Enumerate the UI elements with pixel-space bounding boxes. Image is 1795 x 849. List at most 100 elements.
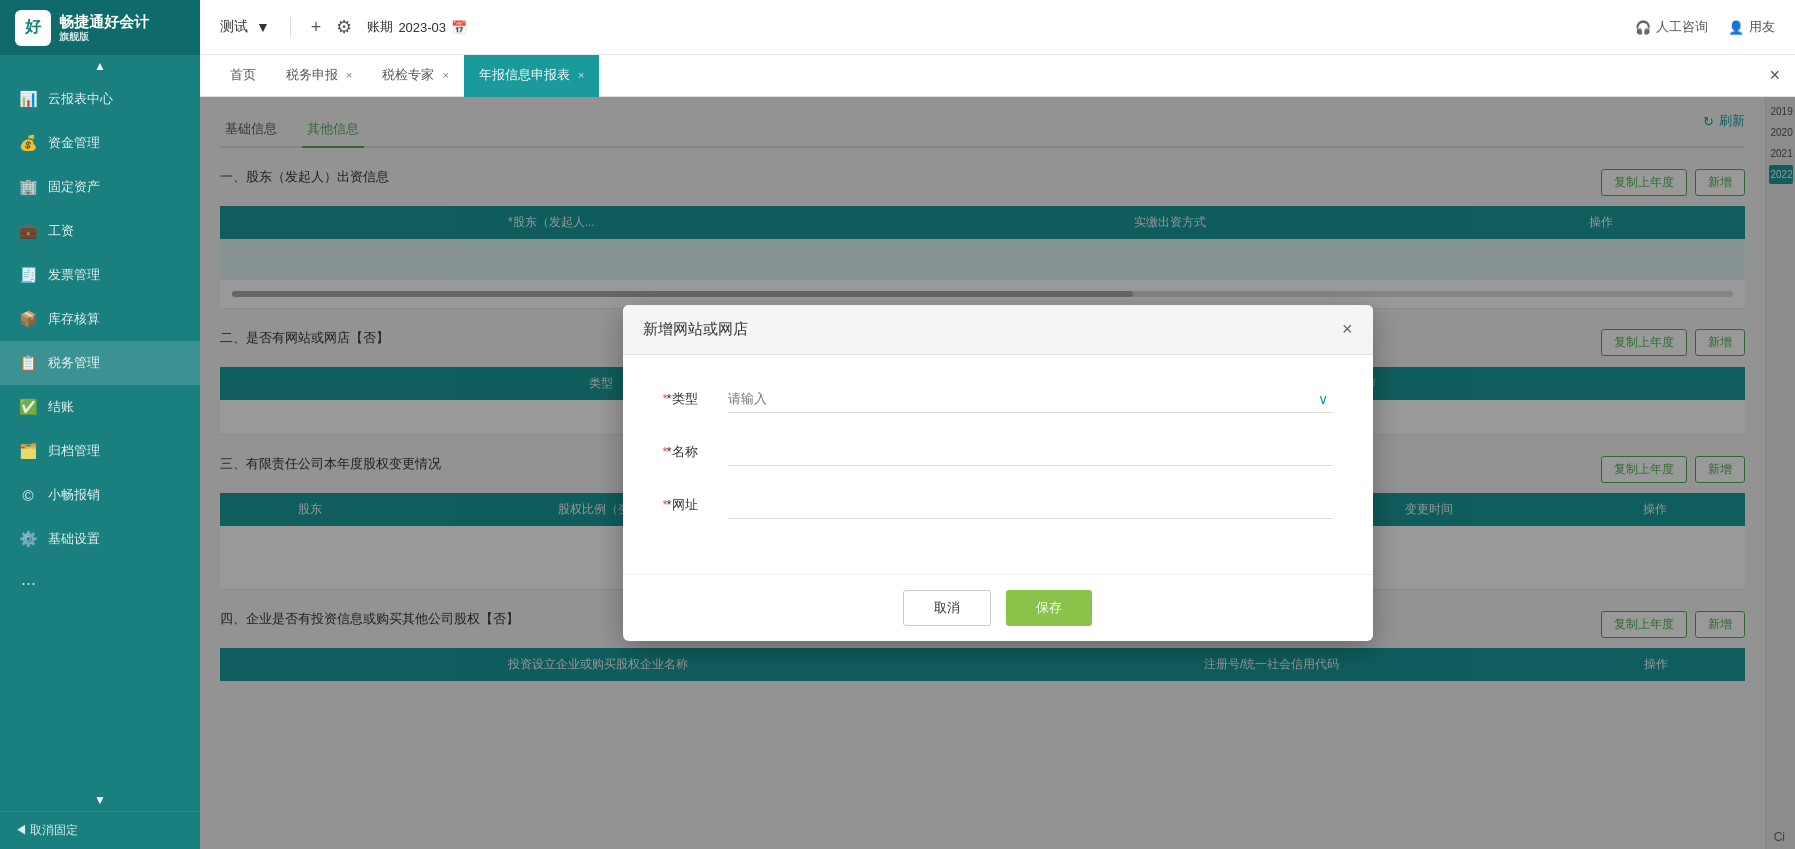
form-group-url: **网址 <box>663 491 1333 519</box>
tax-icon: 📋 <box>18 353 38 373</box>
cloud-report-icon: 📊 <box>18 89 38 109</box>
modal-overlay: 新增网站或网店 × **类型 ∨ <box>200 97 1795 849</box>
sidebar-nav: 📊 云报表中心 💰 资金管理 🏢 固定资产 💼 工资 🧾 发票管理 📦 库存核算… <box>0 77 200 789</box>
pin-toggle-label: ◀ 取消固定 <box>15 822 78 839</box>
modal-body: **类型 ∨ **名称 <box>623 355 1373 574</box>
sidebar-item-archive[interactable]: 🗂️ 归档管理 <box>0 429 200 473</box>
tab-tax-report[interactable]: 税务申报 × <box>271 55 367 97</box>
tab-annual-report-label: 年报信息申报表 <box>479 66 570 84</box>
settings-button[interactable]: ⚙ <box>336 16 352 38</box>
dropdown-arrow-icon: ∨ <box>1318 391 1328 407</box>
sidebar-item-label: 发票管理 <box>48 266 100 284</box>
tabs-bar: 首页 税务申报 × 税检专家 × 年报信息申报表 × × <box>200 55 1795 97</box>
fixed-assets-icon: 🏢 <box>18 177 38 197</box>
topbar: 测试 ▼ + ⚙ 账期 2023-03 📅 🎧 人工咨询 👤 用友 <box>200 0 1795 55</box>
sidebar-item-label: 工资 <box>48 222 74 240</box>
sidebar-item-fixed-assets[interactable]: 🏢 固定资产 <box>0 165 200 209</box>
form-input-name-wrapper <box>728 438 1333 466</box>
archive-icon: 🗂️ <box>18 441 38 461</box>
logo-text: 畅捷通好会计 旗舰版 <box>59 13 149 43</box>
sidebar: 好 畅捷通好会计 旗舰版 ▲ 📊 云报表中心 💰 资金管理 🏢 固定资产 💼 工… <box>0 0 200 849</box>
xiaochang-icon: © <box>18 485 38 505</box>
content-area: 基础信息 其他信息 ↻ 刷新 一、股东（发起人）出资信息 复制上年度 新增 <box>200 97 1795 849</box>
modal-header: 新增网站或网店 × <box>623 305 1373 355</box>
url-input[interactable] <box>728 491 1333 519</box>
sidebar-item-account[interactable]: ✅ 结账 <box>0 385 200 429</box>
type-input[interactable] <box>728 385 1333 413</box>
sidebar-item-settings[interactable]: ⚙️ 基础设置 <box>0 517 200 561</box>
save-button[interactable]: 保存 <box>1006 590 1092 626</box>
close-all-tabs-button[interactable]: × <box>1769 65 1780 86</box>
topbar-divider <box>290 17 291 37</box>
sidebar-item-inventory[interactable]: 📦 库存核算 <box>0 297 200 341</box>
sidebar-item-label: 小畅报销 <box>48 486 100 504</box>
form-label-url: **网址 <box>663 496 713 514</box>
more-icon: ⋯ <box>18 573 38 593</box>
period-label: 账期 <box>367 18 393 36</box>
sidebar-item-label: 资金管理 <box>48 134 100 152</box>
fund-icon: 💰 <box>18 133 38 153</box>
tab-tax-inspect[interactable]: 税检专家 × <box>367 55 463 97</box>
plus-icon: + <box>311 17 322 38</box>
sidebar-item-label: 固定资产 <box>48 178 100 196</box>
form-input-url-wrapper <box>728 491 1333 519</box>
sidebar-item-label: 结账 <box>48 398 74 416</box>
sidebar-item-cloud-report[interactable]: 📊 云报表中心 <box>0 77 200 121</box>
sidebar-item-xiaochang[interactable]: © 小畅报销 <box>0 473 200 517</box>
tab-tax-report-close[interactable]: × <box>346 69 352 81</box>
form-group-type: **类型 ∨ <box>663 385 1333 413</box>
form-input-type-wrapper: ∨ <box>728 385 1333 413</box>
sidebar-scroll-down[interactable]: ▼ <box>0 789 200 811</box>
calendar-icon[interactable]: 📅 <box>451 20 467 35</box>
modal-title: 新增网站或网店 <box>643 320 748 339</box>
user-label: 用友 <box>1749 18 1775 36</box>
sidebar-item-label: 基础设置 <box>48 530 100 548</box>
tab-home-label: 首页 <box>230 66 256 84</box>
gear-icon: ⚙ <box>336 16 352 38</box>
cancel-button[interactable]: 取消 <box>903 590 991 626</box>
account-icon: ✅ <box>18 397 38 417</box>
user-icon: 👤 <box>1728 20 1744 35</box>
form-label-name: **名称 <box>663 443 713 461</box>
tab-annual-report[interactable]: 年报信息申报表 × <box>464 55 599 97</box>
headset-icon: 🎧 <box>1635 20 1651 35</box>
settings-icon: ⚙️ <box>18 529 38 549</box>
modal-dialog: 新增网站或网店 × **类型 ∨ <box>623 305 1373 641</box>
company-name: 测试 <box>220 18 248 36</box>
user-menu[interactable]: 👤 用友 <box>1728 18 1775 36</box>
name-input[interactable] <box>728 438 1333 466</box>
sidebar-scroll-up[interactable]: ▲ <box>0 55 200 77</box>
payroll-icon: 💼 <box>18 221 38 241</box>
tab-tax-inspect-close[interactable]: × <box>442 69 448 81</box>
sidebar-logo: 好 畅捷通好会计 旗舰版 <box>0 0 200 55</box>
add-company-button[interactable]: + <box>311 17 322 38</box>
tab-home[interactable]: 首页 <box>215 55 271 97</box>
sidebar-item-more[interactable]: ⋯ <box>0 561 200 605</box>
sidebar-item-label: 云报表中心 <box>48 90 113 108</box>
support-label: 人工咨询 <box>1656 18 1708 36</box>
company-selector[interactable]: 测试 ▼ <box>220 18 270 36</box>
tab-annual-report-close[interactable]: × <box>578 69 584 81</box>
inventory-icon: 📦 <box>18 309 38 329</box>
period-display: 账期 2023-03 📅 <box>367 18 467 36</box>
invoice-icon: 🧾 <box>18 265 38 285</box>
tab-tax-inspect-label: 税检专家 <box>382 66 434 84</box>
sidebar-item-label: 库存核算 <box>48 310 100 328</box>
form-group-name: **名称 <box>663 438 1333 466</box>
modal-close-button[interactable]: × <box>1342 319 1353 340</box>
sidebar-pin-toggle[interactable]: ◀ 取消固定 <box>0 811 200 849</box>
topbar-right: 🎧 人工咨询 👤 用友 <box>1635 18 1775 36</box>
form-label-type: **类型 <box>663 390 713 408</box>
sidebar-item-invoice[interactable]: 🧾 发票管理 <box>0 253 200 297</box>
sidebar-item-label: 归档管理 <box>48 442 100 460</box>
logo-icon: 好 <box>15 10 51 46</box>
sidebar-item-tax[interactable]: 📋 税务管理 <box>0 341 200 385</box>
support-button[interactable]: 🎧 人工咨询 <box>1635 18 1708 36</box>
modal-footer: 取消 保存 <box>623 574 1373 641</box>
tab-tax-report-label: 税务申报 <box>286 66 338 84</box>
sidebar-item-label: 税务管理 <box>48 354 100 372</box>
period-value: 2023-03 <box>398 20 446 35</box>
company-dropdown-icon: ▼ <box>256 19 270 35</box>
sidebar-item-fund[interactable]: 💰 资金管理 <box>0 121 200 165</box>
sidebar-item-payroll[interactable]: 💼 工资 <box>0 209 200 253</box>
